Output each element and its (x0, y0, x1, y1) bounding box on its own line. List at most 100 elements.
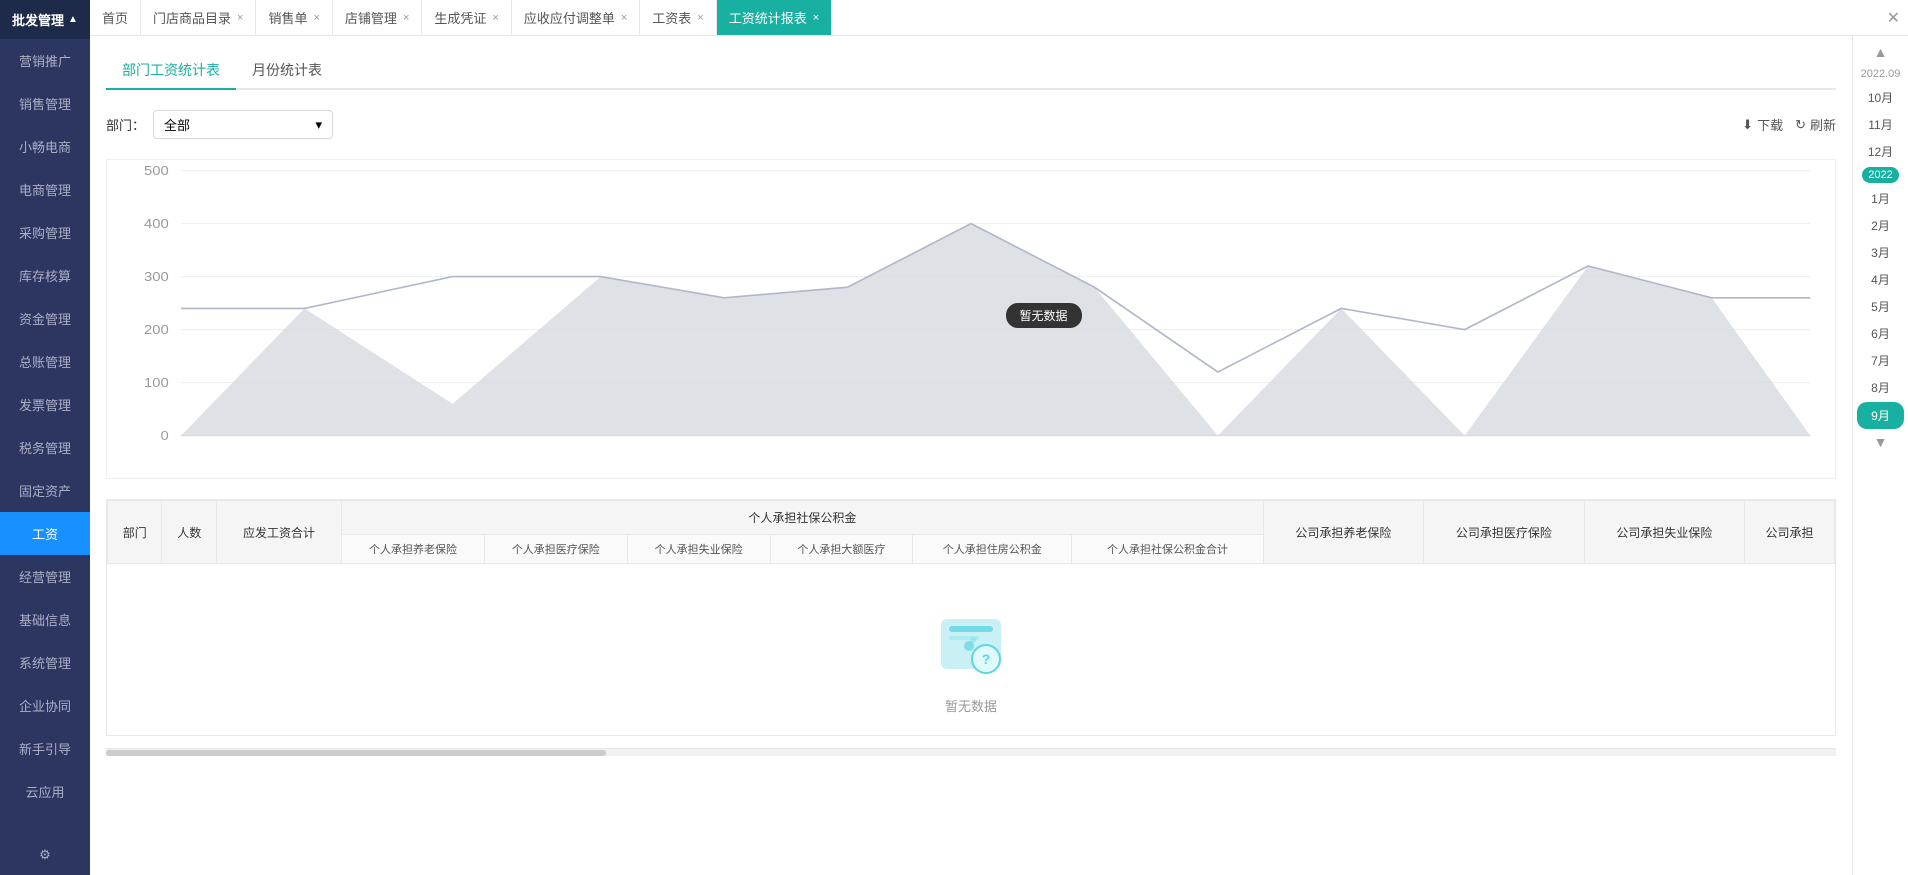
sidebar-item-basic-info[interactable]: 基础信息 (0, 598, 90, 641)
tab-store-catalog[interactable]: 门店商品目录 × (141, 0, 256, 35)
timeline-month-oct[interactable]: 10月 (1853, 84, 1908, 111)
timeline-month-apr[interactable]: 4月 (1853, 266, 1908, 293)
timeline-month-jan[interactable]: 1月 (1853, 185, 1908, 212)
empty-icon: ? (931, 604, 1011, 684)
sidebar-item-sales[interactable]: 销售管理 (0, 82, 90, 125)
sidebar-item-ecommerce-small[interactable]: 小畅电商 (0, 125, 90, 168)
sidebar-item-finance[interactable]: 资金管理 (0, 297, 90, 340)
col-total-wage: 应发工资合计 (216, 501, 341, 564)
table-header-row: 部门 人数 应发工资合计 个人承担社保公积金 公司承担养老保险 公司承担医疗保险… (108, 501, 1835, 535)
chevron-down-icon: ▾ (315, 117, 322, 133)
empty-state: ? 暂无数据 (107, 564, 1835, 735)
refresh-icon: ↻ (1795, 117, 1806, 133)
svg-text:0: 0 (160, 429, 169, 443)
tab-payroll-report-close[interactable]: × (813, 12, 819, 24)
sidebar-item-cloud[interactable]: 云应用 (0, 770, 90, 813)
col-dept: 部门 (108, 501, 162, 564)
dept-select-value: 全部 (164, 115, 190, 134)
sidebar-item-ecommerce[interactable]: 电商管理 (0, 168, 90, 211)
tab-sales-close[interactable]: × (313, 12, 319, 24)
sidebar-item-marketing[interactable]: 营销推广 (0, 39, 90, 82)
toolbar-left: 部门： 全部 ▾ (106, 110, 333, 139)
sidebar-item-collab[interactable]: 企业协同 (0, 684, 90, 727)
toolbar-right: ⬇ 下载 ↻ 刷新 (1742, 115, 1836, 134)
sidebar-item-operations[interactable]: 经营管理 (0, 555, 90, 598)
tab-payable-adjust[interactable]: 应收应付调整单 × (512, 0, 640, 35)
sidebar-settings[interactable]: ⚙ (0, 835, 90, 875)
col-personal-insurance: 个人承担社保公积金 (342, 501, 1264, 535)
col-count: 人数 (162, 501, 216, 564)
timeline-month-jul[interactable]: 7月 (1853, 347, 1908, 374)
tab-payroll-report[interactable]: 工资统计报表 × (717, 0, 832, 35)
tab-store-catalog-close[interactable]: × (237, 12, 243, 24)
content-area: 部门工资统计表 月份统计表 部门： 全部 ▾ ⬇ (90, 36, 1908, 875)
sidebar-item-guide[interactable]: 新手引导 (0, 727, 90, 770)
timeline-year-badge: 2022 (1862, 167, 1898, 183)
sub-tab-dept[interactable]: 部门工资统计表 (106, 52, 236, 90)
sidebar-item-ledger[interactable]: 总账管理 (0, 340, 90, 383)
dept-select[interactable]: 全部 ▾ (153, 110, 333, 139)
svg-text:400: 400 (144, 217, 169, 231)
col-personal-unemploy: 个人承担失业保险 (627, 535, 770, 564)
col-personal-major-medical: 个人承担大额医疗 (770, 535, 913, 564)
sidebar-header[interactable]: 批发管理 ▲ (0, 0, 90, 39)
svg-text:300: 300 (144, 270, 169, 284)
timeline-month-sep[interactable]: 9月 (1857, 402, 1904, 429)
timeline-month-mar[interactable]: 3月 (1853, 239, 1908, 266)
sidebar-item-payroll[interactable]: 工资 (0, 512, 90, 555)
toolbar: 部门： 全部 ▾ ⬇ 下载 ↻ 刷新 (106, 110, 1836, 139)
sub-tab-month[interactable]: 月份统计表 (236, 52, 338, 90)
h-scrollbar[interactable] (106, 748, 1836, 756)
svg-text:100: 100 (144, 376, 169, 390)
data-table: 部门 人数 应发工资合计 个人承担社保公积金 公司承担养老保险 公司承担医疗保险… (107, 500, 1835, 564)
sidebar: 批发管理 ▲ 营销推广 销售管理 小畅电商 电商管理 采购管理 库存核算 资金管… (0, 0, 90, 875)
download-button[interactable]: ⬇ 下载 (1742, 115, 1783, 134)
h-scrollbar-thumb[interactable] (106, 750, 606, 756)
svg-text:200: 200 (144, 323, 169, 337)
close-all-button[interactable]: ✕ (1887, 8, 1900, 28)
empty-text: 暂无数据 (945, 696, 997, 715)
sidebar-item-assets[interactable]: 固定资产 (0, 469, 90, 512)
col-personal-medical: 个人承担医疗保险 (484, 535, 627, 564)
sidebar-item-inventory[interactable]: 库存核算 (0, 254, 90, 297)
chart-svg: 500 400 300 200 100 0 (107, 160, 1835, 478)
tab-shop-manage[interactable]: 店铺管理 × (333, 0, 422, 35)
tab-payable-adjust-close[interactable]: × (621, 12, 627, 24)
timeline-month-aug[interactable]: 8月 (1853, 374, 1908, 401)
sidebar-item-system[interactable]: 系统管理 (0, 641, 90, 684)
col-personal-housing: 个人承担住房公积金 (913, 535, 1072, 564)
refresh-button[interactable]: ↻ 刷新 (1795, 115, 1836, 134)
page-content: 部门工资统计表 月份统计表 部门： 全部 ▾ ⬇ (90, 36, 1852, 875)
timeline-month-jun[interactable]: 6月 (1853, 320, 1908, 347)
timeline-month-feb[interactable]: 2月 (1853, 212, 1908, 239)
timeline-up-nav[interactable]: ▲ (1853, 40, 1908, 64)
tab-payroll-close[interactable]: × (697, 12, 703, 24)
tab-shop-manage-close[interactable]: × (403, 12, 409, 24)
tab-bar: 首页 门店商品目录 × 销售单 × 店铺管理 × 生成凭证 × 应收应付调整单 … (90, 0, 1908, 36)
sidebar-item-invoice[interactable]: 发票管理 (0, 383, 90, 426)
tab-bar-end: ✕ (1879, 8, 1908, 28)
sidebar-header-label: 批发管理 (12, 10, 64, 29)
table-wrapper: 部门 人数 应发工资合计 个人承担社保公积金 公司承担养老保险 公司承担医疗保险… (106, 499, 1836, 736)
timeline-down-nav[interactable]: ▼ (1853, 430, 1908, 454)
tab-voucher-close[interactable]: × (492, 12, 498, 24)
tab-sales[interactable]: 销售单 × (256, 0, 332, 35)
tab-payroll[interactable]: 工资表 × (640, 0, 716, 35)
timeline-month-may[interactable]: 5月 (1853, 293, 1908, 320)
svg-text:?: ? (982, 651, 991, 667)
chart-area: 500 400 300 200 100 0 暂无数据 (106, 159, 1836, 479)
tab-voucher[interactable]: 生成凭证 × (422, 0, 511, 35)
col-company-medical: 公司承担医疗保险 (1424, 501, 1584, 564)
timeline-month-nov[interactable]: 11月 (1853, 111, 1908, 138)
sidebar-item-tax[interactable]: 税务管理 (0, 426, 90, 469)
timeline-month-dec[interactable]: 12月 (1853, 138, 1908, 165)
sidebar-item-purchase[interactable]: 采购管理 (0, 211, 90, 254)
dept-label: 部门： (106, 115, 145, 134)
sidebar-header-arrow: ▲ (68, 14, 78, 25)
col-company-unemploy: 公司承担失业保险 (1584, 501, 1744, 564)
sub-tab-bar: 部门工资统计表 月份统计表 (106, 52, 1836, 90)
tab-home[interactable]: 首页 (90, 0, 141, 35)
col-personal-pension: 个人承担养老保险 (342, 535, 485, 564)
timeline-sidebar: ▲ 2022.09 10月 11月 12月 2022 1月 2月 3月 4月 (1852, 36, 1908, 875)
col-personal-total: 个人承担社保公积金合计 (1072, 535, 1263, 564)
